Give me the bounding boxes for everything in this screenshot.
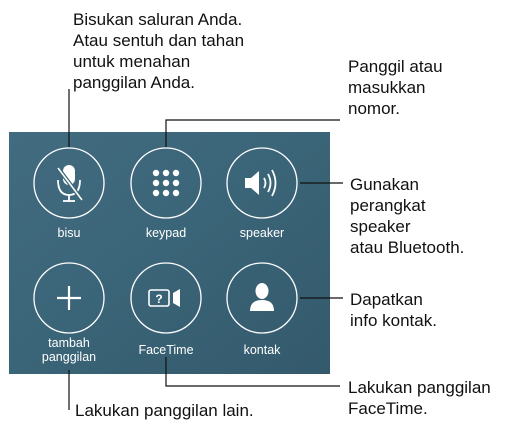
speaker-callout-text: Gunakan perangkat speaker atau Bluetooth… <box>350 175 465 257</box>
add-call-callout-text: Lakukan panggilan lain. <box>75 401 254 420</box>
keypad-callout-text: Panggil atau masukkan nomor. <box>348 57 443 118</box>
contacts-callout-text: Dapatkan info kontak. <box>350 290 437 330</box>
contacts-label: kontak <box>244 343 282 357</box>
add-call-label-line1: tambah <box>48 336 90 350</box>
facetime-callout-text: Lakukan panggilan FaceTime. <box>348 378 491 418</box>
keypad-label: keypad <box>146 226 186 240</box>
speaker-label: speaker <box>240 226 284 240</box>
facetime-label: FaceTime <box>138 343 193 357</box>
mute-callout-text: Bisukan saluran Anda. Atau sentuh dan ta… <box>73 10 245 92</box>
svg-text:?: ? <box>155 292 162 306</box>
add-call-label-line2: panggilan <box>42 350 96 364</box>
mute-label: bisu <box>58 226 81 240</box>
keypad-grid-icon <box>152 169 180 197</box>
